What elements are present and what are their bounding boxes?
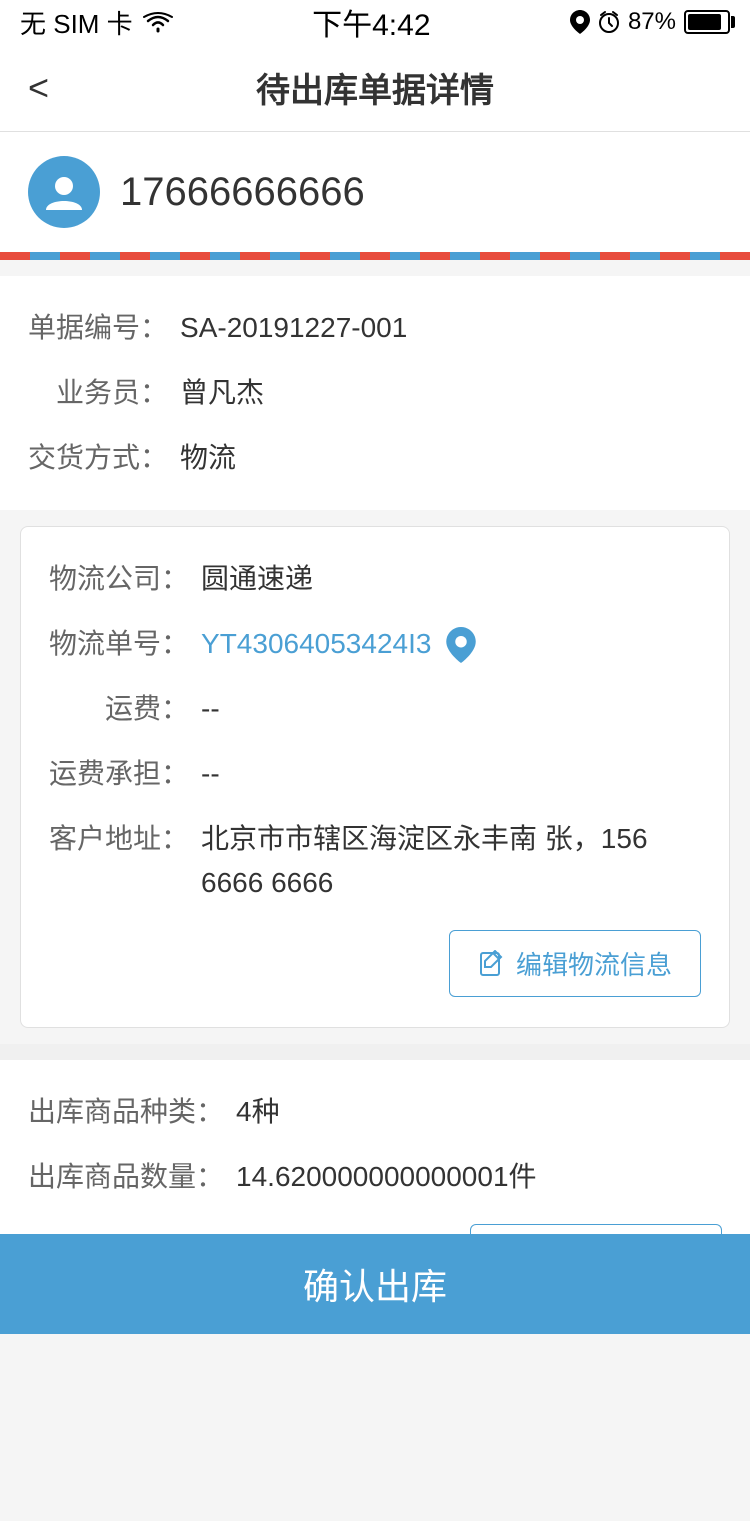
edit-icon — [478, 950, 506, 978]
logistics-company-value: 圆通速递 — [201, 557, 701, 602]
confirm-button[interactable]: 确认出库 — [0, 1234, 750, 1334]
order-info-section: 单据编号： SA-20191227-001 业务员： 曾凡杰 交货方式： 物流 — [0, 276, 750, 510]
goods-quantity-label: 出库商品数量： — [28, 1155, 224, 1200]
delivery-method-value: 物流 — [180, 436, 722, 481]
goods-types-label: 出库商品种类： — [28, 1090, 224, 1135]
tracking-location-icon[interactable] — [443, 627, 479, 663]
page-title: 待出库单据详情 — [256, 63, 494, 112]
battery-icon — [684, 10, 730, 34]
logistics-tracking-value-wrap: YT43064053424I3 — [201, 622, 479, 667]
edit-button-row: 编辑物流信息 — [49, 930, 701, 997]
status-right: 87% — [570, 8, 730, 36]
edit-logistics-label: 编辑物流信息 — [516, 945, 672, 982]
logistics-tracking-row: 物流单号： YT43064053424I3 — [49, 622, 701, 667]
user-card: 17666666666 — [0, 132, 750, 252]
delivery-method-label: 交货方式： — [28, 436, 168, 481]
freight-bearer-label: 运费承担： — [49, 752, 189, 797]
bottom-spacer — [0, 1321, 750, 1521]
user-phone: 17666666666 — [120, 170, 365, 215]
logistics-company-label: 物流公司： — [49, 557, 189, 602]
section-divider — [0, 1044, 750, 1060]
sales-person-label: 业务员： — [28, 371, 168, 416]
sales-person-row: 业务员： 曾凡杰 — [28, 371, 722, 416]
goods-quantity-row: 出库商品数量： 14.620000000000001件 — [28, 1155, 722, 1200]
location-status-icon — [570, 10, 590, 34]
freight-bearer-row: 运费承担： -- — [49, 752, 701, 797]
edit-logistics-button[interactable]: 编辑物流信息 — [449, 930, 701, 997]
delivery-method-row: 交货方式： 物流 — [28, 436, 722, 481]
nav-bar: < 待出库单据详情 — [0, 44, 750, 132]
alarm-icon — [598, 10, 620, 34]
address-value: 北京市市辖区海淀区永丰南 张，156 6666 6666 — [201, 817, 701, 907]
status-time: 下午4:42 — [312, 0, 430, 44]
document-number-row: 单据编号： SA-20191227-001 — [28, 306, 722, 351]
logistics-tracking-value: YT43064053424I3 — [201, 622, 431, 667]
freight-value: -- — [201, 687, 701, 732]
wifi-icon — [143, 11, 173, 33]
confirm-button-label: 确认出库 — [303, 1258, 447, 1310]
battery-percent: 87% — [628, 8, 676, 36]
freight-label: 运费： — [49, 687, 189, 732]
sales-person-value: 曾凡杰 — [180, 371, 722, 416]
status-left: 无 SIM 卡 — [20, 4, 173, 41]
user-icon — [42, 170, 86, 214]
avatar — [28, 156, 100, 228]
document-number-value: SA-20191227-001 — [180, 306, 722, 351]
goods-quantity-value: 14.620000000000001件 — [236, 1155, 722, 1200]
freight-row: 运费： -- — [49, 687, 701, 732]
freight-bearer-value: -- — [201, 752, 701, 797]
goods-types-row: 出库商品种类： 4种 — [28, 1090, 722, 1135]
dashed-divider — [0, 252, 750, 260]
logistics-tracking-label: 物流单号： — [49, 622, 189, 667]
address-label: 客户地址： — [49, 817, 189, 862]
logistics-company-row: 物流公司： 圆通速递 — [49, 557, 701, 602]
back-button[interactable]: < — [28, 67, 49, 109]
carrier-text: 无 SIM 卡 — [20, 4, 133, 41]
address-row: 客户地址： 北京市市辖区海淀区永丰南 张，156 6666 6666 — [49, 817, 701, 907]
goods-types-value: 4种 — [236, 1090, 722, 1135]
status-bar: 无 SIM 卡 下午4:42 87% — [0, 0, 750, 44]
document-number-label: 单据编号： — [28, 306, 168, 351]
logistics-card: 物流公司： 圆通速递 物流单号： YT43064053424I3 运费： -- … — [20, 526, 730, 1028]
